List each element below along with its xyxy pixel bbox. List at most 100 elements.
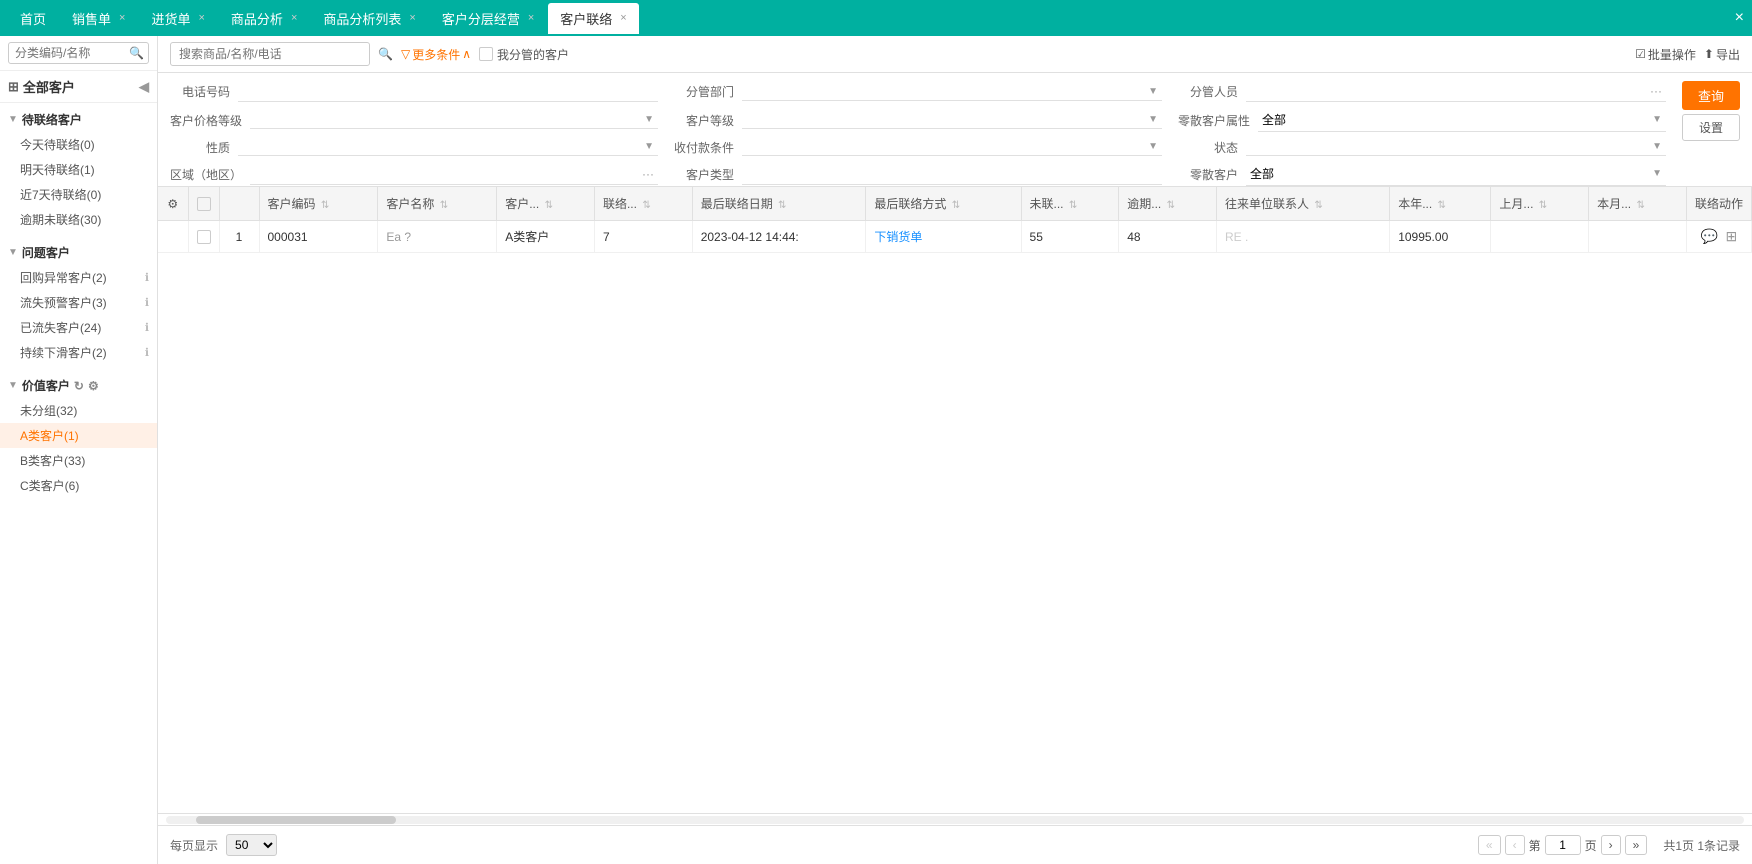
filter-select-payment[interactable]: ▼ [742,138,1162,156]
nav-goods-analysis[interactable]: 商品分析 × [219,3,309,34]
sidebar-section-value-title[interactable]: ▼ 价值客户 ↻ ⚙ [0,373,157,398]
row-num: 1 [219,221,259,253]
first-page-button[interactable]: « [1478,835,1501,855]
filter-select-nature[interactable]: ▼ [238,138,658,156]
page-number-input[interactable] [1545,835,1581,855]
sidebar-item-churn-warning[interactable]: 流失预警客户(3) ℹ [0,290,157,315]
nav-customer-contact-label: 客户联络 [560,9,612,28]
filter-input-phone[interactable] [238,81,658,102]
filter-label-person: 分管人员 [1178,83,1238,100]
col-checkbox[interactable] [188,187,219,221]
sort-icon-thisyear[interactable]: ⇅ [1438,200,1446,211]
sidebar-item-churned[interactable]: 已流失客户(24) ℹ [0,315,157,340]
nav-goods-analysis-list[interactable]: 商品分析列表 × [311,3,427,34]
sidebar-item-class-b[interactable]: B类客户(33) [0,448,157,473]
filter-select-person[interactable]: ··· [1246,81,1666,102]
batch-operation-button[interactable]: ☑ 批量操作 [1635,46,1696,63]
nav-sales[interactable]: 销售单 × [60,3,137,34]
select-all-checkbox[interactable] [197,197,211,211]
export-button[interactable]: ⬆ 导出 [1704,46,1740,63]
sidebar-item-7days[interactable]: 近7天待联络(0) [0,182,157,207]
nav-sales-close[interactable]: × [119,12,125,24]
filter-select-retail-attr[interactable]: 全部 ▼ [1258,108,1666,132]
sort-icon-code[interactable]: ⇅ [321,200,329,211]
sidebar-item-declining[interactable]: 持续下滑客户(2) ℹ [0,340,157,365]
refresh-icon[interactable]: ↻ [74,379,84,393]
sidebar-item-class-a[interactable]: A类客户(1) [0,423,157,448]
sort-icon-lastmethod[interactable]: ⇅ [952,200,960,211]
nav-purchase[interactable]: 进货单 × [139,3,216,34]
sort-icon-overdue[interactable]: ⇅ [1167,200,1175,211]
col-customer-name: 客户名称 ⇅ [378,187,497,221]
filter-select-region[interactable]: ··· [250,164,658,185]
sidebar-item-today[interactable]: 今天待联络(0) [0,132,157,157]
chevron-down-icon-6: ▼ [1148,141,1158,152]
sidebar-search-input[interactable] [8,42,149,64]
chat-icon[interactable]: 💬 [1701,228,1718,244]
last-page-button[interactable]: » [1625,835,1648,855]
search-input[interactable] [170,42,370,66]
pagination-bar: 每页显示 50 20 100 « ‹ 第 页 › » 共1页 1条记录 [158,825,1752,864]
row-checkbox[interactable] [188,221,219,253]
col-unit-contact-label: 往来单位联系人 [1225,197,1309,211]
nav-customer-layer-close[interactable]: × [528,12,534,24]
sidebar-item-class-c[interactable]: C类客户(6) [0,473,157,498]
col-no-contact-label: 未联... [1030,197,1064,211]
filter-select-retail-customer[interactable]: 全部 ▼ [1246,162,1666,186]
next-page-button[interactable]: › [1601,835,1621,855]
calendar-icon[interactable]: ⊞ [1726,228,1738,244]
nav-goods-analysis-list-close[interactable]: × [409,12,415,24]
filter-label-customer-level: 客户等级 [674,112,734,129]
row-no-contact: 55 [1021,221,1119,253]
nav-goods-analysis-close[interactable]: × [291,12,297,24]
sidebar-search-container: 🔍 [0,36,157,71]
row-select-checkbox[interactable] [197,230,211,244]
sidebar-section-pending-title[interactable]: ▼ 待联络客户 [0,107,157,132]
per-page-select[interactable]: 50 20 100 [226,834,277,856]
nav-customer-contact[interactable]: 客户联络 × [548,3,638,34]
filter-label-customer-type: 客户类型 [674,166,734,183]
close-all-button[interactable]: × [1735,9,1744,27]
col-gear[interactable]: ⚙ [158,187,188,221]
filter-select-status[interactable]: ▼ [1246,138,1666,156]
filter-input-customer-type[interactable] [742,164,1162,185]
sidebar-section-problem-title[interactable]: ▼ 问题客户 [0,240,157,265]
sidebar-item-tomorrow[interactable]: 明天待联络(1) [0,157,157,182]
prev-page-button[interactable]: ‹ [1505,835,1525,855]
filter-select-dept[interactable]: ▼ [742,83,1162,101]
sort-icon-thismonth[interactable]: ⇅ [1637,200,1645,211]
filter-select-customer-level[interactable]: ▼ [742,111,1162,129]
nav-purchase-close[interactable]: × [198,12,204,24]
sort-icon-type[interactable]: ⇅ [545,200,553,211]
sidebar-all-customers[interactable]: ⊞ 全部客户 ◀ [0,71,157,103]
sidebar-item-unclassified[interactable]: 未分组(32) [0,398,157,423]
sidebar-item-repurchase-abnormal[interactable]: 回购异常客户(2) ℹ [0,265,157,290]
nav-customer-layer[interactable]: 客户分层经营 × [430,3,546,34]
row-last-method-link[interactable]: 下销货单 [874,230,922,244]
sort-icon-lastmonth[interactable]: ⇅ [1539,200,1547,211]
row-code: 000031 [259,221,378,253]
settings-button[interactable]: 设置 [1682,114,1740,141]
sort-icon-contact[interactable]: ⇅ [642,200,650,211]
settings-small-icon[interactable]: ⚙ [88,379,99,393]
row-name-value: Ea ? [386,230,411,244]
query-button[interactable]: 查询 [1682,81,1740,110]
scroll-thumb[interactable] [196,816,396,824]
filter-label-region: 区域（地区） [170,166,242,183]
sort-icon-name[interactable]: ⇅ [440,200,448,211]
sort-icon-lastdate[interactable]: ⇅ [778,200,786,211]
nav-home[interactable]: 首页 [8,3,58,34]
sort-icon-unitcontact[interactable]: ⇅ [1314,200,1322,211]
sort-icon-nocontact[interactable]: ⇅ [1069,200,1077,211]
nav-customer-contact-close[interactable]: × [620,12,626,24]
sidebar-item-overdue[interactable]: 逾期未联络(30) [0,207,157,232]
section-problem-label: 问题客户 [22,244,70,261]
col-overdue-label: 逾期... [1127,197,1161,211]
more-filter-button[interactable]: ▽ 更多条件 ∧ [401,46,471,63]
my-customer-checkbox-container[interactable]: 我分管的客户 [479,46,569,63]
row-code-value: 000031 [268,230,308,244]
filter-label-retail-customer: 零散客户 [1178,166,1238,183]
horizontal-scrollbar[interactable] [158,813,1752,825]
filter-select-price-level[interactable]: ▼ [250,111,658,129]
my-customer-checkbox[interactable] [479,47,493,61]
